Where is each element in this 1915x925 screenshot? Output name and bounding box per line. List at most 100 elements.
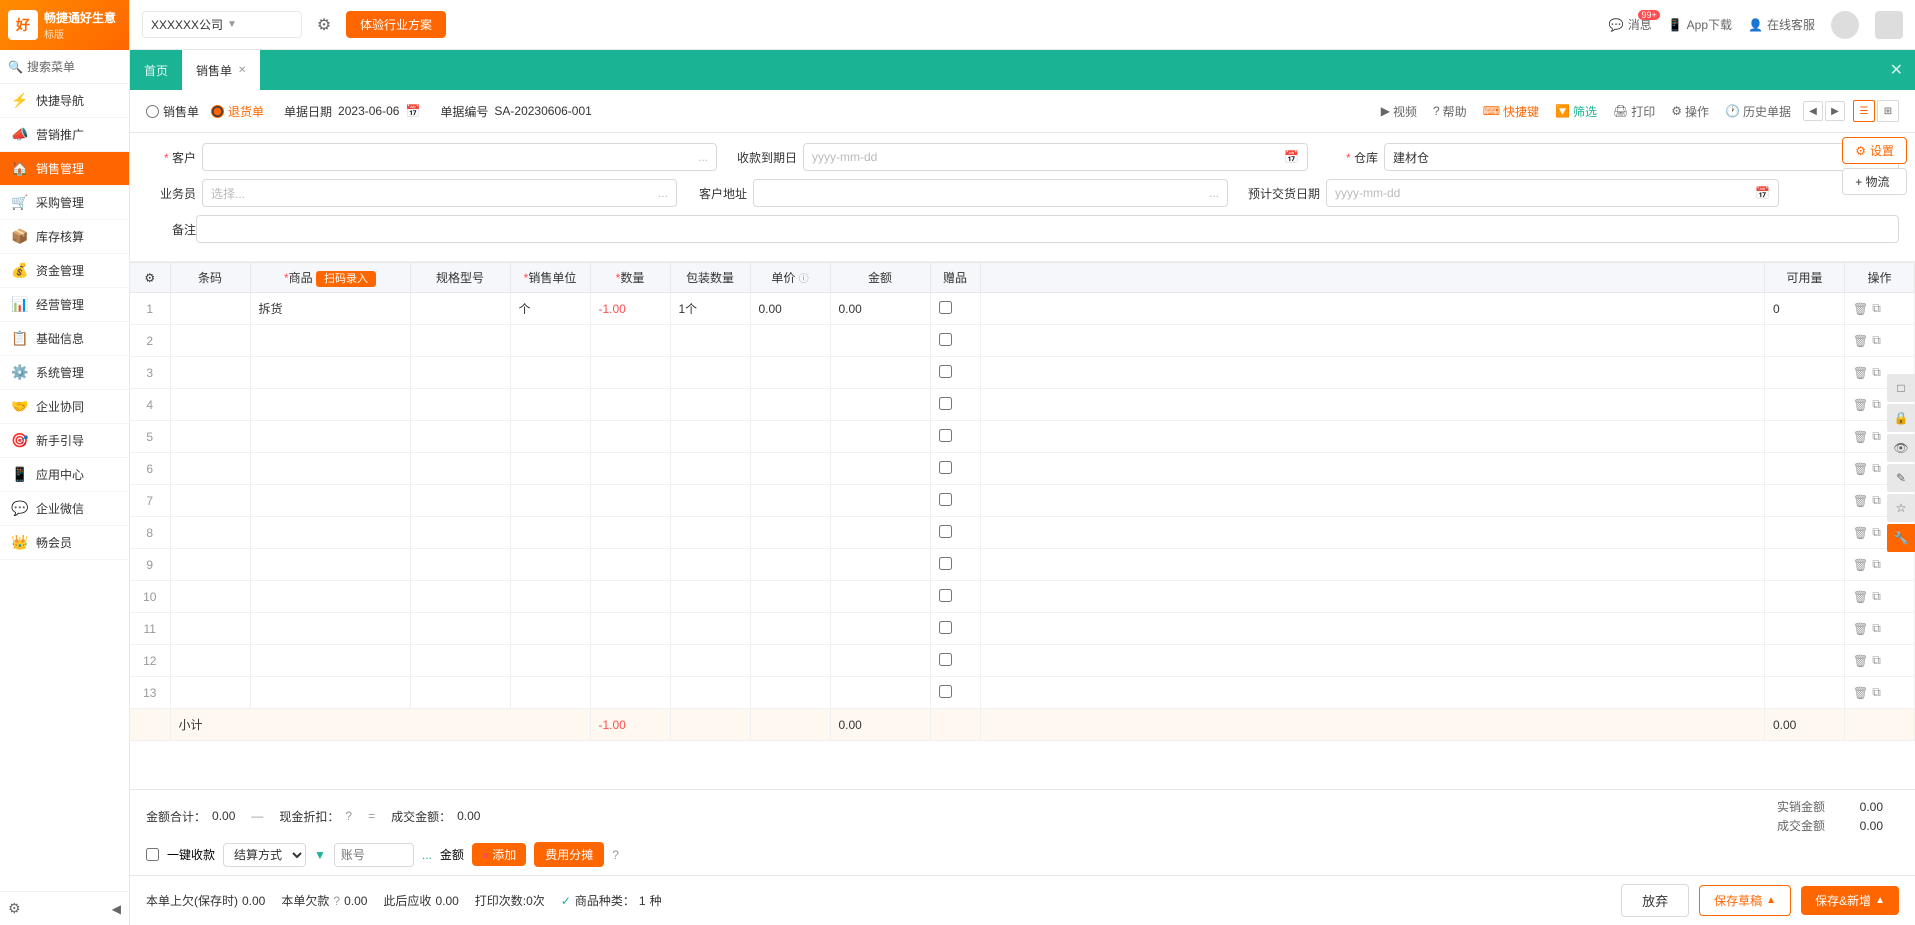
delete-icon-6[interactable]: 🗑 [1853, 462, 1868, 476]
sidebar-item-system[interactable]: ⚙️ 系统管理 [0, 356, 129, 390]
help-btn[interactable]: ? 帮助 [1429, 103, 1471, 120]
cell-unit-13[interactable] [510, 677, 590, 709]
delete-icon-8[interactable]: 🗑 [1853, 526, 1868, 540]
copy-icon-3[interactable]: ⧉ [1872, 365, 1881, 380]
cell-pkg-1[interactable]: 1个 [670, 293, 750, 325]
cell-amount-1[interactable]: 0.00 [830, 293, 930, 325]
cell-spec-10[interactable] [410, 581, 510, 613]
cell-unit-11[interactable] [510, 613, 590, 645]
settings-gear-btn[interactable]: ⚙ [310, 11, 338, 39]
add-payment-btn[interactable]: ● 添加 [472, 843, 526, 866]
cell-pkg-4[interactable] [670, 389, 750, 421]
cell-pkg-2[interactable] [670, 325, 750, 357]
cell-barcode-5[interactable] [170, 421, 250, 453]
radio-sales-order[interactable]: 销售单 [146, 103, 199, 120]
cell-price-7[interactable] [750, 485, 830, 517]
sidebar-item-purchase[interactable]: 🛒 采购管理 [0, 186, 129, 220]
copy-icon-9[interactable]: ⧉ [1872, 557, 1881, 572]
print-btn[interactable]: 🖨 打印 [1609, 103, 1659, 120]
close-window-btn[interactable]: ✕ [1890, 60, 1915, 80]
cell-product-7[interactable] [250, 485, 410, 517]
setup-btn[interactable]: ⚙ 设置 [1842, 137, 1907, 164]
cell-barcode-10[interactable] [170, 581, 250, 613]
cell-unit-5[interactable] [510, 421, 590, 453]
th-setting[interactable]: ⚙ [130, 263, 170, 293]
sidebar-item-guide[interactable]: 🎯 新手引导 [0, 424, 129, 458]
cell-qty-13[interactable] [590, 677, 670, 709]
cell-spec-4[interactable] [410, 389, 510, 421]
cell-pkg-6[interactable] [670, 453, 750, 485]
cell-price-5[interactable] [750, 421, 830, 453]
logistics-btn[interactable]: + 物流 [1842, 168, 1907, 195]
cell-unit-8[interactable] [510, 517, 590, 549]
copy-icon-7[interactable]: ⧉ [1872, 493, 1881, 508]
settle-method-icon[interactable]: ▼ [314, 848, 326, 862]
cell-unit-1[interactable]: 个 [510, 293, 590, 325]
salesman-ellipsis[interactable]: ... [658, 186, 668, 200]
sidebar-item-sales[interactable]: 🏠 销售管理 [0, 152, 129, 186]
cell-barcode-9[interactable] [170, 549, 250, 581]
cell-gift-6[interactable] [930, 453, 980, 485]
cell-spec-11[interactable] [410, 613, 510, 645]
cell-unit-4[interactable] [510, 389, 590, 421]
cell-price-1[interactable]: 0.00 [750, 293, 830, 325]
cell-amount-3[interactable] [830, 357, 930, 389]
cell-gift-1[interactable] [930, 293, 980, 325]
cell-pkg-13[interactable] [670, 677, 750, 709]
customer-addr-input[interactable]: ... [753, 179, 1228, 207]
cell-amount-4[interactable] [830, 389, 930, 421]
sidebar-item-appstore[interactable]: 📱 应用中心 [0, 458, 129, 492]
cell-gift-13[interactable] [930, 677, 980, 709]
abandon-btn[interactable]: 放弃 [1621, 884, 1689, 917]
cell-unit-3[interactable] [510, 357, 590, 389]
sidebar-item-enterprise[interactable]: 🤝 企业协同 [0, 390, 129, 424]
cell-unit-9[interactable] [510, 549, 590, 581]
cell-qty-4[interactable] [590, 389, 670, 421]
cell-barcode-12[interactable] [170, 645, 250, 677]
tab-close-icon[interactable]: ✕ [238, 65, 246, 76]
sidebar-collapse-icon[interactable]: ◀ [112, 902, 121, 916]
delete-icon-5[interactable]: 🗑 [1853, 430, 1868, 444]
copy-icon-6[interactable]: ⧉ [1872, 461, 1881, 476]
cell-pkg-8[interactable] [670, 517, 750, 549]
cell-price-3[interactable] [750, 357, 830, 389]
cell-unit-10[interactable] [510, 581, 590, 613]
cell-gift-5[interactable] [930, 421, 980, 453]
salesman-input[interactable]: 选择... ... [202, 179, 677, 207]
float-btn-3[interactable]: 👁 [1887, 434, 1915, 462]
sidebar-item-member[interactable]: 👑 畅会员 [0, 526, 129, 560]
list-view-btn[interactable]: ☰ [1853, 100, 1875, 122]
cell-unit-6[interactable] [510, 453, 590, 485]
cell-barcode-7[interactable] [170, 485, 250, 517]
search-menu[interactable]: 🔍 搜索菜单 [0, 50, 129, 84]
cell-spec-7[interactable] [410, 485, 510, 517]
message-btn[interactable]: 💬 消息 99+ [1609, 16, 1652, 33]
cell-qty-7[interactable] [590, 485, 670, 517]
cell-amount-2[interactable] [830, 325, 930, 357]
total-owe-help[interactable]: ? [333, 894, 340, 908]
cell-qty-3[interactable] [590, 357, 670, 389]
cell-spec-1[interactable] [410, 293, 510, 325]
cell-spec-6[interactable] [410, 453, 510, 485]
cell-unit-12[interactable] [510, 645, 590, 677]
float-btn-5[interactable]: ☆ [1887, 494, 1915, 522]
cell-amount-12[interactable] [830, 645, 930, 677]
sidebar-item-inventory[interactable]: 📦 库存核算 [0, 220, 129, 254]
cell-product-10[interactable] [250, 581, 410, 613]
cell-gift-3[interactable] [930, 357, 980, 389]
cell-price-10[interactable] [750, 581, 830, 613]
copy-icon-2[interactable]: ⧉ [1872, 333, 1881, 348]
shortcut-btn[interactable]: ⌨ 快捷键 [1479, 103, 1543, 120]
user-menu-btn[interactable] [1875, 11, 1903, 39]
app-download-btn[interactable]: 📱 App下载 [1668, 16, 1732, 33]
cell-barcode-2[interactable] [170, 325, 250, 357]
cell-amount-7[interactable] [830, 485, 930, 517]
cell-barcode-13[interactable] [170, 677, 250, 709]
one-click-pay-checkbox[interactable] [146, 848, 159, 861]
online-service-btn[interactable]: 👤 在线客服 [1748, 16, 1815, 33]
prev-arrow[interactable]: ◀ [1803, 101, 1823, 121]
copy-icon-1[interactable]: ⧉ [1872, 301, 1881, 316]
cell-amount-8[interactable] [830, 517, 930, 549]
cell-pkg-5[interactable] [670, 421, 750, 453]
delete-icon-2[interactable]: 🗑 [1853, 334, 1868, 348]
